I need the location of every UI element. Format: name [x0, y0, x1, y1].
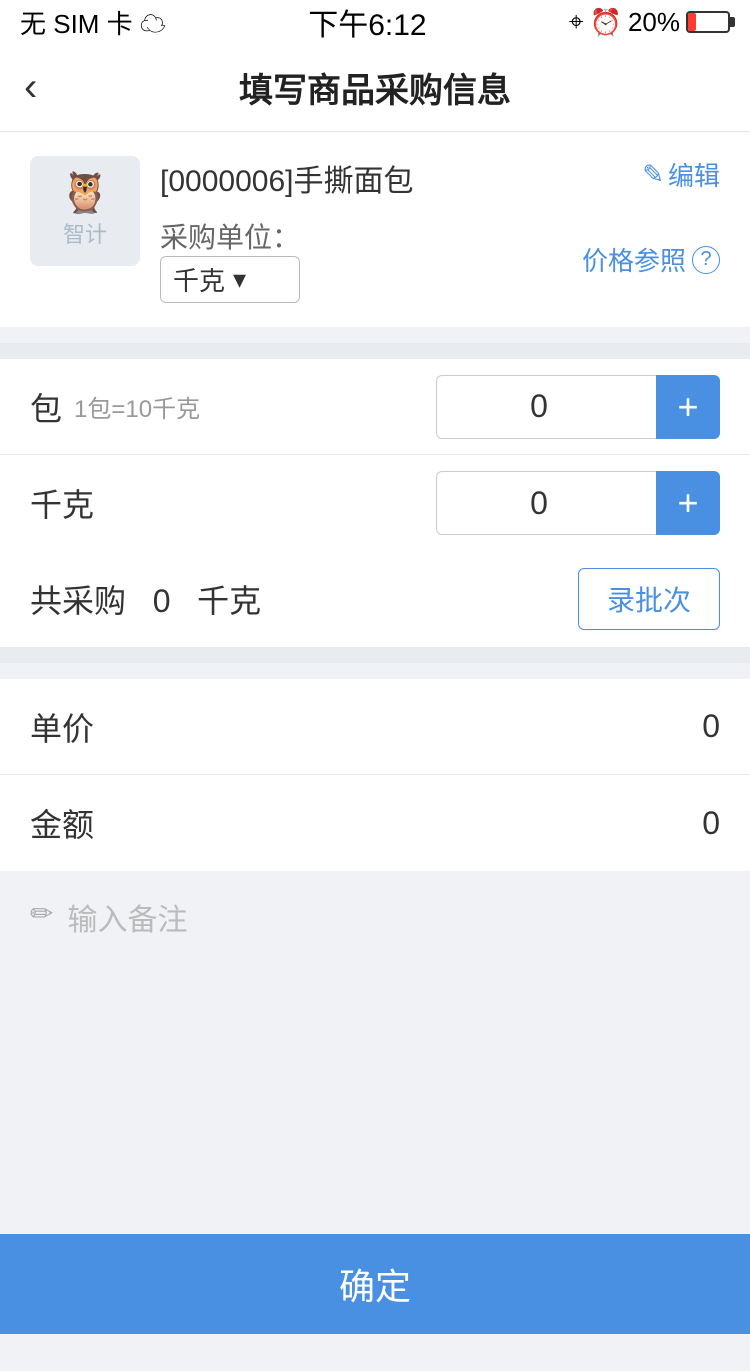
- amount-label: 金额: [30, 800, 94, 846]
- nav-bar: ‹ 填写商品采购信息: [0, 44, 750, 132]
- product-info: [0000006]手撕面包 ✎ 编辑 采购单位： 千克 ▾ 价格参照 ?: [160, 156, 720, 303]
- status-time: 下午6:12: [308, 0, 426, 44]
- unit-select[interactable]: 千克 ▾: [160, 256, 300, 303]
- confirm-button[interactable]: 确定: [0, 1234, 750, 1334]
- back-button[interactable]: ‹: [24, 65, 37, 110]
- kg-input-row: 千克 +: [0, 455, 750, 551]
- unit-price-row: 单价 0: [0, 679, 750, 775]
- chevron-down-icon: ▾: [233, 264, 246, 295]
- battery-icon: [686, 11, 730, 33]
- kg-label: 千克: [30, 480, 94, 526]
- alarm-icon: ⏰: [590, 7, 622, 38]
- edit-icon: ✎: [642, 159, 664, 190]
- product-thumbnail: 🦉 智计: [30, 156, 140, 266]
- page-title: 填写商品采购信息: [239, 63, 511, 112]
- product-logo-icon: 🦉: [60, 173, 110, 213]
- product-card: 🦉 智计 [0000006]手撕面包 ✎ 编辑 采购单位： 千克 ▾: [0, 132, 750, 327]
- kg-input-right: +: [436, 471, 720, 535]
- pencil-icon: ✏: [30, 897, 53, 930]
- bag-input-row: 包 1包=10千克 +: [0, 359, 750, 455]
- edit-button[interactable]: ✎ 编辑: [642, 156, 720, 193]
- status-bar: 无 SIM 卡 ☁ 下午6:12 ⌖ ⏰ 20%: [0, 0, 750, 44]
- unit-price-value: 0: [702, 708, 720, 745]
- amount-row: 金额 0: [0, 775, 750, 871]
- price-ref-label: 价格参照: [582, 241, 686, 278]
- summary-row: 共采购 0 千克 录批次: [0, 551, 750, 647]
- section-divider-1: [0, 343, 750, 359]
- status-right: ⌖ ⏰ 20%: [569, 6, 730, 38]
- price-info-section: 单价 0 金额 0: [0, 679, 750, 871]
- bag-sub-label: 1包=10千克: [74, 389, 200, 424]
- amount-value: 0: [702, 805, 720, 842]
- summary-value: 0: [153, 583, 171, 619]
- sim-status: 无 SIM 卡 ☁: [20, 4, 166, 41]
- kg-plus-button[interactable]: +: [656, 471, 720, 535]
- status-left: 无 SIM 卡 ☁: [20, 4, 166, 41]
- price-reference-button[interactable]: 价格参照 ?: [582, 241, 720, 278]
- input-section: 包 1包=10千克 + 千克 +: [0, 359, 750, 551]
- bag-quantity-input[interactable]: [436, 375, 656, 439]
- unit-label: 采购单位： 千克 ▾: [160, 216, 300, 303]
- notes-section[interactable]: ✏ 输入备注: [0, 871, 750, 971]
- location-icon: ⌖: [569, 6, 584, 38]
- unit-price-label: 单价: [30, 704, 94, 750]
- bag-label: 包 1包=10千克: [30, 384, 200, 430]
- battery-percent: 20%: [628, 7, 680, 38]
- product-logo-label: 智计: [63, 217, 107, 249]
- empty-space: [0, 971, 750, 1271]
- product-name: [0000006]手撕面包: [160, 156, 413, 200]
- section-divider-2: [0, 647, 750, 663]
- edit-label: 编辑: [668, 156, 720, 193]
- summary-text: 共采购 0 千克: [30, 576, 261, 622]
- bag-input-right: +: [436, 375, 720, 439]
- kg-quantity-input[interactable]: [436, 471, 656, 535]
- bag-plus-button[interactable]: +: [656, 375, 720, 439]
- summary-unit: 千克: [197, 583, 261, 619]
- help-icon: ?: [692, 246, 720, 274]
- notes-placeholder: 输入备注: [67, 895, 187, 939]
- batch-button[interactable]: 录批次: [578, 568, 720, 630]
